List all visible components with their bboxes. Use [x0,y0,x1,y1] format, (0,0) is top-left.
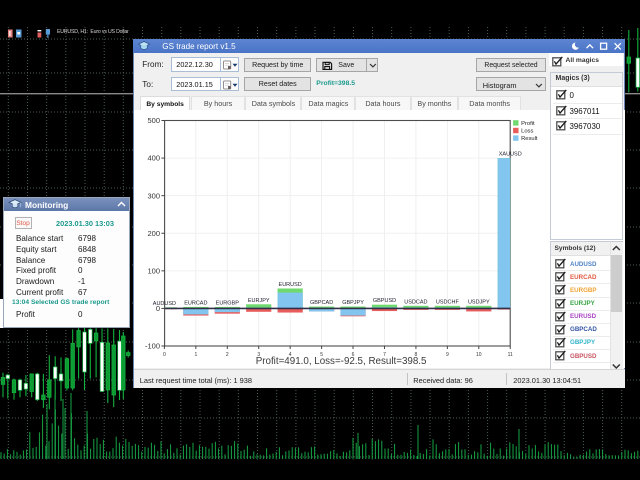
svg-text:500: 500 [148,116,161,125]
svg-text:USDCAD: USDCAD [405,299,428,305]
svg-text:100: 100 [148,266,161,275]
svg-text:EURUSD: EURUSD [279,282,302,288]
svg-text:USDCHF: USDCHF [436,299,460,305]
svg-text:10: 10 [476,352,482,358]
svg-text:9: 9 [446,352,449,358]
svg-text:2: 2 [226,352,229,358]
svg-text:1: 1 [195,352,198,358]
svg-text:GBPUSD: GBPUSD [373,298,396,304]
svg-text:XAUUSD: XAUUSD [499,151,522,157]
svg-text:GBPCAD: GBPCAD [310,300,333,306]
svg-text:200: 200 [148,229,161,238]
svg-text:EURCAD: EURCAD [185,300,208,306]
svg-text:Profit: Profit [521,121,535,127]
svg-text:EURGBP: EURGBP [216,300,240,306]
svg-text:0: 0 [163,352,166,358]
svg-text:GBPJPY: GBPJPY [343,300,365,306]
svg-text:-100: -100 [145,341,160,350]
svg-text:Result: Result [521,136,538,142]
svg-text:EURJPY: EURJPY [248,298,270,304]
svg-text:Profit=491.0, Loss=-92.5, Resu: Profit=491.0, Loss=-92.5, Result=398.5 [256,356,427,367]
svg-text:11: 11 [508,352,513,358]
svg-text:USDJPY: USDJPY [468,299,490,305]
svg-text:300: 300 [148,191,161,200]
svg-text:Loss: Loss [521,128,533,134]
svg-text:400: 400 [148,153,161,162]
svg-text:AUDUSD: AUDUSD [153,301,176,307]
